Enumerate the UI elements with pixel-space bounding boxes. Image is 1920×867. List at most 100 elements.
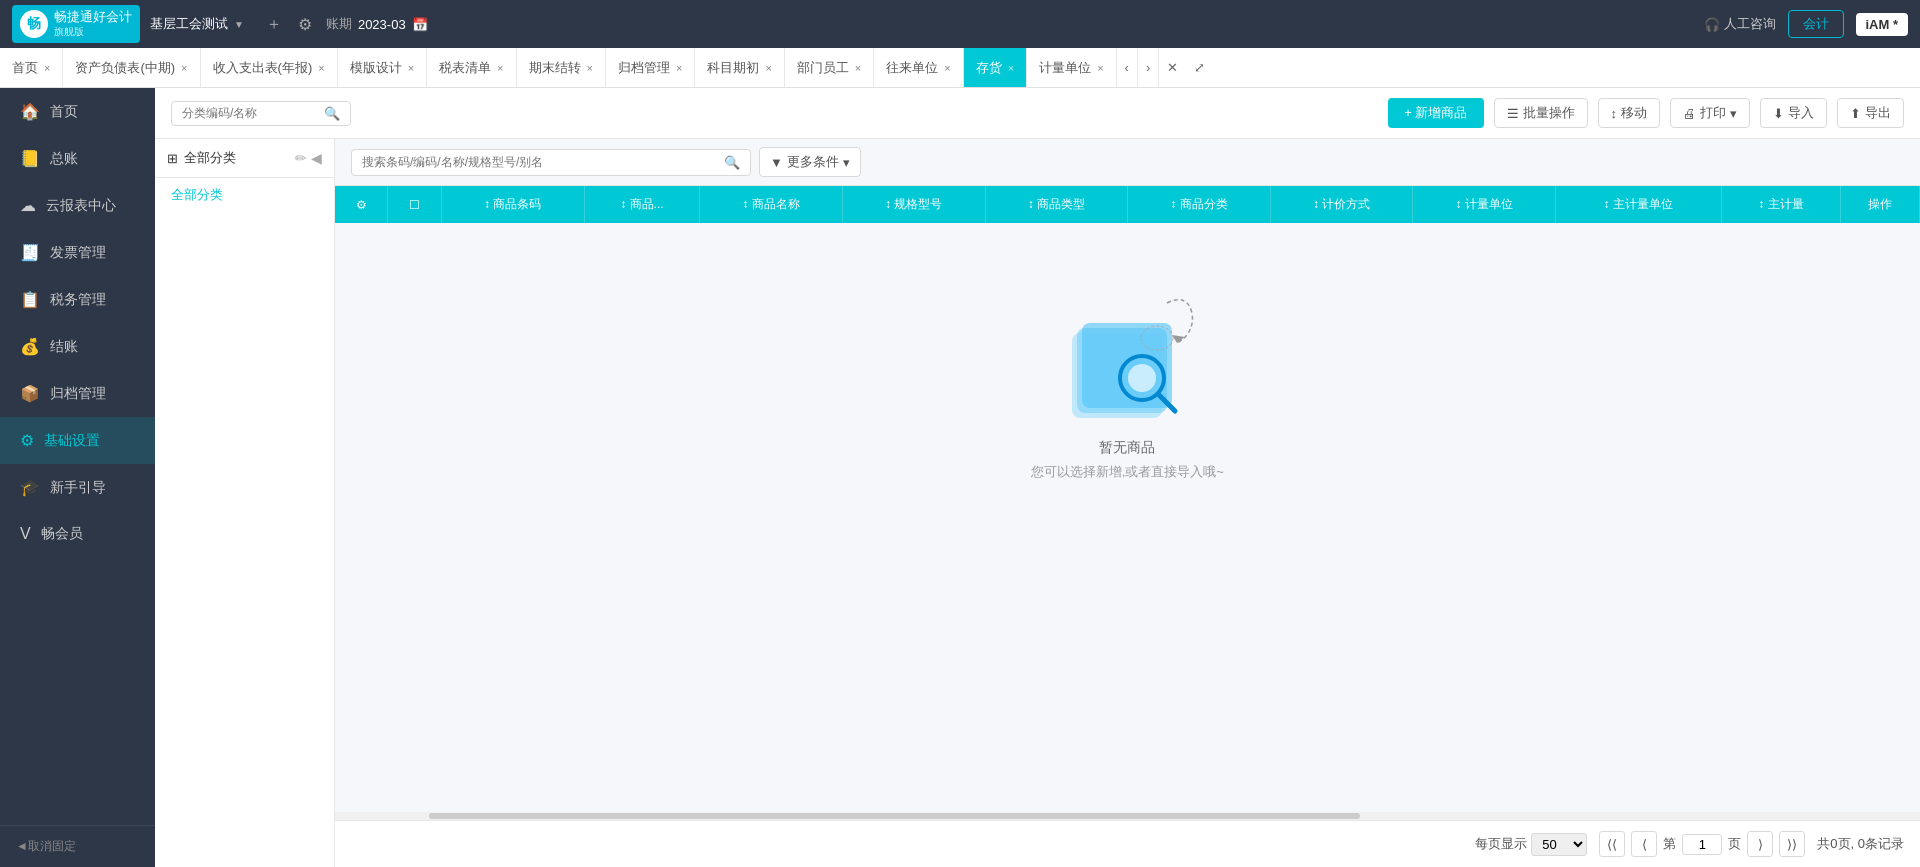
sidebar-item-tax[interactable]: 📋 税务管理 bbox=[0, 276, 155, 323]
settlement-icon: 💰 bbox=[20, 337, 40, 356]
page-navigation: ⟨⟨ ⟨ 第 页 ⟩ ⟩⟩ bbox=[1599, 831, 1805, 857]
print-label: 打印 bbox=[1700, 104, 1726, 122]
col-action: 操作 bbox=[1841, 186, 1920, 223]
sidebar-item-settings[interactable]: ⚙ 基础设置 bbox=[0, 417, 155, 464]
tab-assets[interactable]: 资产负债表(中期) × bbox=[63, 48, 200, 87]
main-layout: 🏠 首页 📒 总账 ☁ 云报表中心 🧾 发票管理 📋 税务管理 💰 结账 📦 归… bbox=[0, 88, 1920, 867]
tab-contacts[interactable]: 往来单位 × bbox=[874, 48, 963, 87]
category-search-icon[interactable]: 🔍 bbox=[324, 106, 340, 121]
sidebar-pin-button[interactable]: ◄取消固定 bbox=[0, 825, 155, 867]
import-button[interactable]: ⬇ 导入 bbox=[1760, 98, 1827, 128]
tab-template[interactable]: 模版设计 × bbox=[338, 48, 427, 87]
tab-unit-close[interactable]: × bbox=[1097, 62, 1103, 74]
account-button[interactable]: 会计 bbox=[1788, 10, 1844, 38]
settings-gear-icon: ⚙ bbox=[20, 431, 34, 450]
settings-icon[interactable]: ⚙ bbox=[294, 11, 316, 38]
tab-prev-button[interactable]: ‹ bbox=[1117, 48, 1138, 87]
sidebar-ledger-label: 总账 bbox=[50, 150, 78, 168]
table-settings-icon[interactable]: ⚙ bbox=[335, 186, 388, 223]
sidebar-item-archive[interactable]: 📦 归档管理 bbox=[0, 370, 155, 417]
grid-icon: ⊞ bbox=[167, 151, 178, 166]
new-product-button[interactable]: + 新增商品 bbox=[1388, 98, 1483, 128]
tab-period-end-close[interactable]: × bbox=[587, 62, 593, 74]
sidebar-invoice-label: 发票管理 bbox=[50, 244, 106, 262]
table-checkbox-all[interactable]: ☐ bbox=[388, 186, 442, 223]
pin-label: ◄取消固定 bbox=[16, 838, 76, 855]
tab-income-label: 收入支出表(年报) bbox=[213, 59, 313, 77]
tab-close-all-button[interactable]: ✕ bbox=[1159, 48, 1186, 87]
sidebar-item-member[interactable]: V 畅会员 bbox=[0, 511, 155, 557]
category-search-box[interactable]: 🔍 bbox=[171, 101, 351, 126]
table-container: 🔍 ▼ 更多条件 ▾ ⚙ ☐ bbox=[335, 139, 1920, 867]
iam-badge[interactable]: iAM * bbox=[1856, 13, 1909, 36]
tab-expand-button[interactable]: ⤢ bbox=[1186, 48, 1213, 87]
tab-income[interactable]: 收入支出表(年报) × bbox=[201, 48, 338, 87]
tab-archive-close[interactable]: × bbox=[676, 62, 682, 74]
svg-point-4 bbox=[1128, 364, 1156, 392]
more-filter-button[interactable]: ▼ 更多条件 ▾ bbox=[759, 147, 861, 177]
dropdown-arrow-icon: ▼ bbox=[234, 19, 244, 30]
guide-icon: 🎓 bbox=[20, 478, 40, 497]
empty-state: 暂无商品 您可以选择新增,或者直接导入哦~ bbox=[335, 223, 1920, 541]
period-info: 账期 2023-03 📅 bbox=[326, 15, 428, 33]
service-button[interactable]: 🎧 人工咨询 bbox=[1704, 15, 1776, 33]
tab-home-close[interactable]: × bbox=[44, 62, 50, 74]
sidebar-item-settlement[interactable]: 💰 结账 bbox=[0, 323, 155, 370]
category-edit-icon[interactable]: ✏ bbox=[295, 150, 307, 166]
page-label: 第 bbox=[1663, 835, 1676, 853]
sidebar-item-invoice[interactable]: 🧾 发票管理 bbox=[0, 229, 155, 276]
category-search-input[interactable] bbox=[182, 106, 318, 120]
print-button[interactable]: 🖨 打印 ▾ bbox=[1670, 98, 1750, 128]
more-filter-label: 更多条件 bbox=[787, 153, 839, 171]
first-page-button[interactable]: ⟨⟨ bbox=[1599, 831, 1625, 857]
per-page-label: 每页显示 bbox=[1475, 835, 1527, 853]
workspace-selector[interactable]: 基层工会测试 ▼ bbox=[150, 15, 244, 33]
prev-page-button[interactable]: ⟨ bbox=[1631, 831, 1657, 857]
page-input[interactable] bbox=[1682, 834, 1722, 855]
last-page-button[interactable]: ⟩⟩ bbox=[1779, 831, 1805, 857]
sidebar-item-ledger[interactable]: 📒 总账 bbox=[0, 135, 155, 182]
tab-home[interactable]: 首页 × bbox=[0, 48, 63, 87]
add-tab-icon[interactable]: ＋ bbox=[262, 10, 286, 39]
sidebar-home-label: 首页 bbox=[50, 103, 78, 121]
move-button[interactable]: ↕ 移动 bbox=[1598, 98, 1661, 128]
tab-tax[interactable]: 税表清单 × bbox=[427, 48, 516, 87]
calendar-icon[interactable]: 📅 bbox=[412, 17, 428, 32]
inner-layout: ⊞ 全部分类 ✏ ◀ 全部分类 🔍 bbox=[155, 139, 1920, 867]
tab-assets-close[interactable]: × bbox=[181, 62, 187, 74]
sidebar-item-home[interactable]: 🏠 首页 bbox=[0, 88, 155, 135]
category-item-all[interactable]: 全部分类 bbox=[155, 178, 334, 212]
headset-icon: 🎧 bbox=[1704, 17, 1720, 32]
tab-tax-close[interactable]: × bbox=[497, 62, 503, 74]
logo-icon: 畅 bbox=[20, 10, 48, 38]
next-page-button[interactable]: ⟩ bbox=[1747, 831, 1773, 857]
col-code: ↕ 商品... bbox=[584, 186, 700, 223]
col-type: ↕ 商品类型 bbox=[985, 186, 1128, 223]
export-button[interactable]: ⬆ 导出 bbox=[1837, 98, 1904, 128]
product-search-input[interactable] bbox=[362, 155, 718, 169]
page-size-select[interactable]: 50 10 20 100 bbox=[1531, 833, 1587, 856]
product-search-icon[interactable]: 🔍 bbox=[724, 155, 740, 170]
tab-subject-close[interactable]: × bbox=[765, 62, 771, 74]
tab-income-close[interactable]: × bbox=[318, 62, 324, 74]
empty-svg bbox=[1047, 283, 1207, 423]
sidebar-item-guide[interactable]: 🎓 新手引导 bbox=[0, 464, 155, 511]
tab-dept-close[interactable]: × bbox=[855, 62, 861, 74]
tab-archive[interactable]: 归档管理 × bbox=[606, 48, 695, 87]
svg-marker-6 bbox=[1172, 335, 1185, 343]
tab-unit[interactable]: 计量单位 × bbox=[1027, 48, 1116, 87]
category-collapse-icon[interactable]: ◀ bbox=[311, 150, 322, 166]
tab-subject[interactable]: 科目期初 × bbox=[695, 48, 784, 87]
sidebar-tax-label: 税务管理 bbox=[50, 291, 106, 309]
tab-inventory[interactable]: 存货 × bbox=[964, 48, 1027, 87]
tab-period-end[interactable]: 期末结转 × bbox=[517, 48, 606, 87]
batch-operation-button[interactable]: ☰ 批量操作 bbox=[1494, 98, 1588, 128]
sidebar-item-cloud-report[interactable]: ☁ 云报表中心 bbox=[0, 182, 155, 229]
product-search-box[interactable]: 🔍 bbox=[351, 149, 751, 176]
tab-next-button[interactable]: › bbox=[1138, 48, 1159, 87]
tab-contacts-close[interactable]: × bbox=[944, 62, 950, 74]
tab-inventory-close[interactable]: × bbox=[1008, 62, 1014, 74]
tab-template-close[interactable]: × bbox=[408, 62, 414, 74]
tab-dept[interactable]: 部门员工 × bbox=[785, 48, 874, 87]
export-icon: ⬆ bbox=[1850, 106, 1861, 121]
